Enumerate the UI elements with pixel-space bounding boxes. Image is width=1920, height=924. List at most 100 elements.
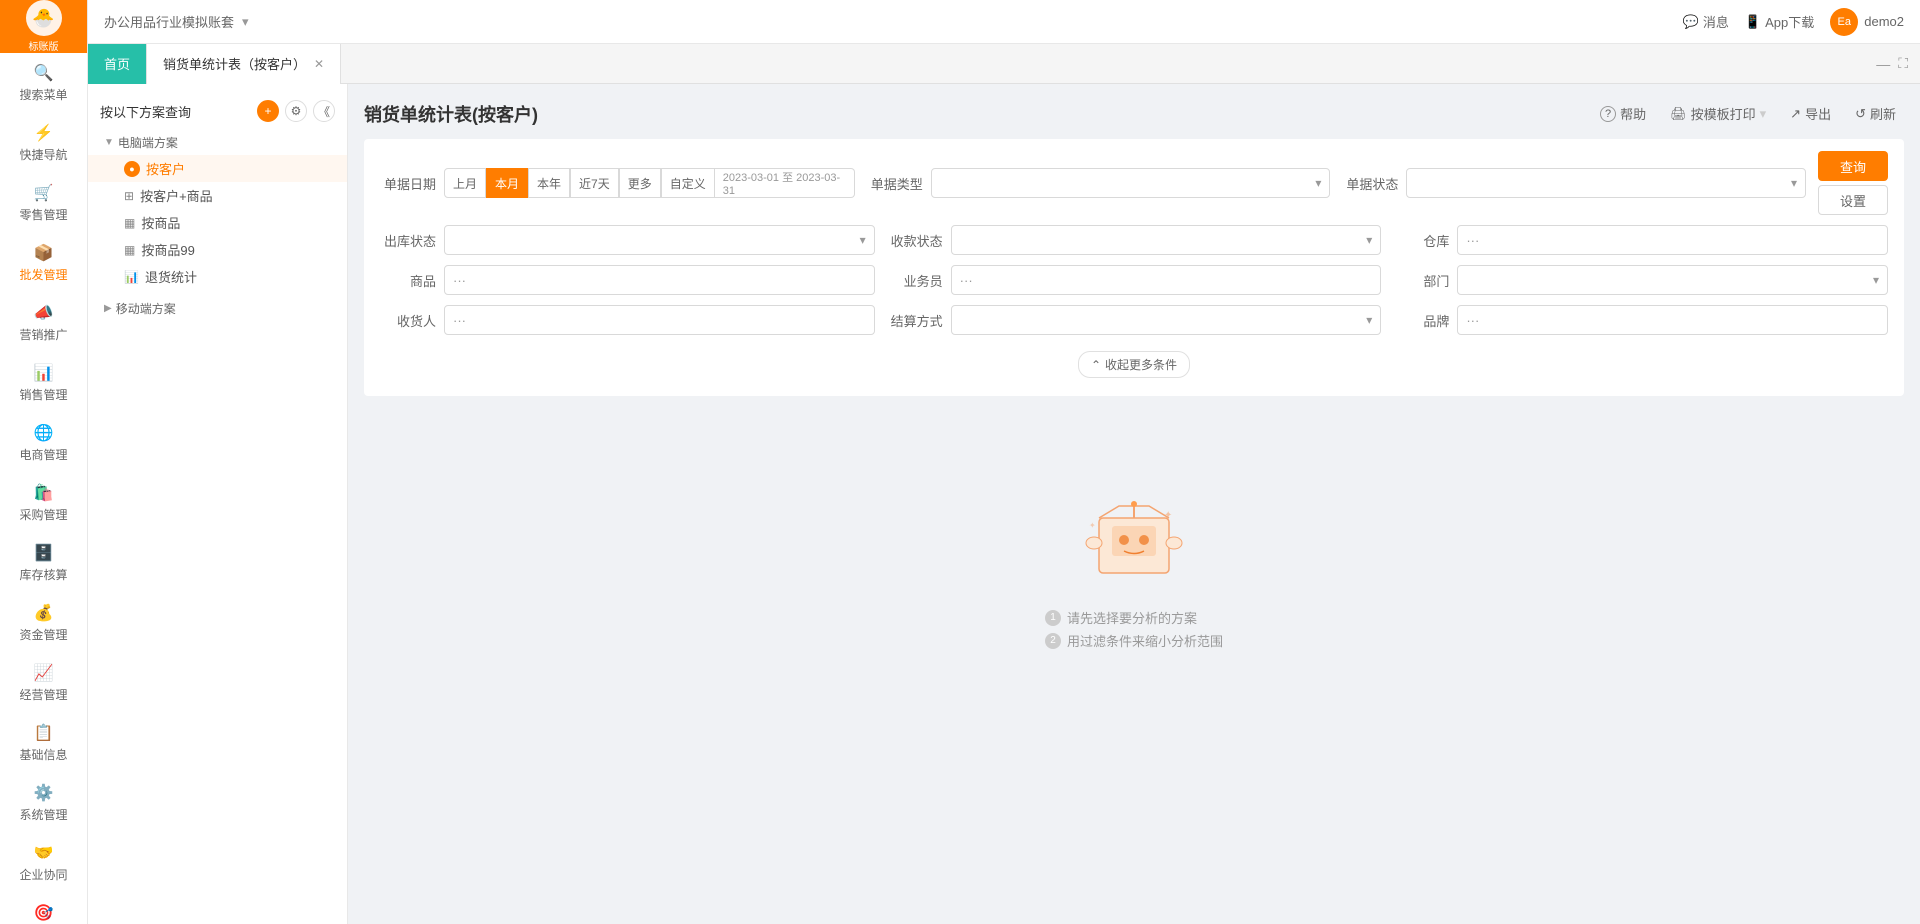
expand-icon: ▼ (104, 137, 114, 148)
search-btn[interactable]: 查询 (1818, 151, 1888, 181)
warehouse-control[interactable]: ··· (1457, 225, 1888, 255)
date-this-month-btn[interactable]: 本月 (486, 168, 528, 198)
sidebar-item-retail[interactable]: 🛒 零售管理 (0, 173, 88, 233)
settings-scheme-btn[interactable]: ⚙ (285, 100, 307, 122)
tree-item-by-goods99[interactable]: ▦ 按商品99 (88, 236, 347, 263)
salesperson-dots: ··· (960, 273, 973, 288)
tree-item-by-customer-goods[interactable]: ⊞ 按客户+商品 (88, 182, 347, 209)
logo: 🐣 标账版 (0, 0, 88, 53)
department-control[interactable] (1457, 265, 1888, 295)
sidebar: 🐣 标账版 🔍 搜索菜单 ⚡ 快捷导航 🛒 零售管理 📦 批发管理 📣 营销推广… (0, 0, 88, 924)
help-btn[interactable]: ? 帮助 (1592, 100, 1654, 127)
wholesale-icon: 📦 (34, 243, 54, 263)
empty-tips: 1 请先选择要分析的方案 2 用过滤条件来缩小分析范围 (1045, 604, 1223, 654)
page-title: 销货单统计表(按客户) (364, 101, 538, 127)
salesperson-control[interactable]: ··· (951, 265, 1382, 295)
doc-type-control[interactable] (931, 168, 1331, 198)
filter-doc-status: 单据状态 (1342, 168, 1806, 198)
sidebar-item-operation[interactable]: 📈 经营管理 (0, 653, 88, 713)
date-more-btn[interactable]: 更多 (619, 168, 661, 198)
scheme-icon: ▦ (124, 216, 135, 230)
date-filter-control: 上月 本月 本年 近7天 更多 自定义 2023-03-01 至 2023-03… (444, 168, 855, 198)
sidebar-item-marketing[interactable]: 📣 营销推广 (0, 293, 88, 353)
filter-row-2: 出库状态 收款状态 仓库 ··· (380, 225, 1888, 255)
tree-item-return-stats[interactable]: 📊 退货统计 (88, 263, 347, 290)
add-scheme-btn[interactable]: + (257, 100, 279, 122)
date-custom-btn[interactable]: 自定义 (661, 168, 715, 198)
message-btn[interactable]: 💬 消息 (1683, 12, 1729, 31)
tab-home[interactable]: 首页 (88, 44, 147, 84)
desktop-group-header[interactable]: ▼ 电脑端方案 (88, 130, 347, 155)
doc-status-label: 单据状态 (1342, 174, 1398, 193)
tree-item-by-goods[interactable]: ▦ 按商品 (88, 209, 347, 236)
brand-label: 品牌 (1393, 311, 1449, 330)
sidebar-item-label: 采购管理 (19, 506, 67, 523)
collapse-btn[interactable]: ⌃ 收起更多条件 (1078, 351, 1190, 378)
empty-tip-1: 1 请先选择要分析的方案 (1045, 608, 1223, 627)
sidebar-item-inventory[interactable]: 🗄️ 库存核算 (0, 533, 88, 593)
goods-control[interactable]: ··· (444, 265, 875, 295)
tree-item-label: 按商品 (141, 213, 180, 232)
sidebar-item-ecommerce[interactable]: 🌐 电商管理 (0, 413, 88, 473)
scheme-icon: ⊞ (124, 189, 134, 203)
filter-salesperson: 业务员 ··· (887, 265, 1382, 295)
message-label: 消息 (1703, 12, 1729, 31)
date-last-7-days-btn[interactable]: 近7天 (570, 168, 619, 198)
logo-text: 标账版 (29, 38, 59, 53)
tab-sales-stats[interactable]: 销货单统计表（按客户） ✕ (147, 44, 341, 84)
sidebar-item-search[interactable]: 🔍 搜索菜单 (0, 53, 88, 113)
setting-btn[interactable]: 设置 (1818, 185, 1888, 215)
app-download-btn[interactable]: 📱 App下载 (1745, 12, 1814, 31)
collapse-panel-btn[interactable]: 《 (313, 100, 335, 122)
payment-method-control[interactable] (951, 305, 1382, 335)
inventory-icon: 🗄️ (34, 543, 54, 563)
left-panel-title: 按以下方案查询 (100, 102, 191, 121)
out-status-control[interactable] (444, 225, 875, 255)
receiver-control[interactable]: ··· (444, 305, 875, 335)
tree-item-label: 退货统计 (145, 267, 197, 286)
date-last-month-btn[interactable]: 上月 (444, 168, 486, 198)
print-btn[interactable]: 🖨 按模板打印 ▾ (1662, 100, 1774, 127)
brand-control[interactable]: ··· (1457, 305, 1888, 335)
sidebar-item-finance[interactable]: 💰 资金管理 (0, 593, 88, 653)
sidebar-item-wholesale[interactable]: 📦 批发管理 (0, 233, 88, 293)
out-status-label: 出库状态 (380, 231, 436, 250)
export-btn[interactable]: ↗ 导出 (1782, 100, 1839, 127)
help-label: 帮助 (1620, 104, 1646, 123)
sidebar-item-purchase[interactable]: 🛍️ 采购管理 (0, 473, 88, 533)
svg-text:✦: ✦ (1089, 521, 1096, 530)
breadcrumb-arrow[interactable]: ▾ (242, 14, 249, 30)
date-this-year-btn[interactable]: 本年 (528, 168, 570, 198)
purchase-icon: 🛍️ (34, 483, 54, 503)
receipt-status-control[interactable] (951, 225, 1382, 255)
newbie-icon: 🎯 (34, 903, 54, 923)
maximize-icon[interactable]: ⛶ (1898, 55, 1908, 72)
sidebar-item-newbie[interactable]: 🎯 新手引导 (0, 893, 88, 924)
empty-tip-2: 2 用过滤条件来缩小分析范围 (1045, 631, 1223, 650)
sidebar-item-quick-nav[interactable]: ⚡ 快捷导航 (0, 113, 88, 173)
customer-scheme-icon: ● (124, 161, 140, 177)
minimize-icon[interactable]: — (1876, 56, 1890, 72)
tree-item-by-customer[interactable]: ● 按客户 (88, 155, 347, 182)
doc-status-control[interactable] (1406, 168, 1806, 198)
sidebar-item-label: 资金管理 (19, 626, 67, 643)
sidebar-item-system[interactable]: ⚙️ 系统管理 (0, 773, 88, 833)
filter-receiver: 收货人 ··· (380, 305, 875, 335)
user-profile[interactable]: Ea demo2 (1830, 8, 1904, 36)
collapse-bar: ⌃ 收起更多条件 (380, 345, 1888, 384)
sidebar-item-basic[interactable]: 📋 基础信息 (0, 713, 88, 773)
date-range[interactable]: 2023-03-01 至 2023-03-31 (715, 168, 855, 198)
refresh-btn[interactable]: ↺ 刷新 (1847, 100, 1904, 127)
receipt-status-label: 收款状态 (887, 231, 943, 250)
left-panel-header: 按以下方案查询 + ⚙ 《 (88, 92, 347, 130)
goods-dots: ··· (453, 273, 466, 288)
sidebar-item-sales[interactable]: 📊 销售管理 (0, 353, 88, 413)
tab-close-icon[interactable]: ✕ (314, 57, 324, 71)
export-icon: ↗ (1790, 106, 1801, 122)
sidebar-item-enterprise[interactable]: 🤝 企业协同 (0, 833, 88, 893)
tip1-num: 1 (1045, 610, 1061, 626)
export-label: 导出 (1805, 104, 1831, 123)
sidebar-item-label: 经营管理 (19, 686, 67, 703)
mobile-group-header[interactable]: ▶ 移动端方案 (88, 296, 347, 321)
desktop-group-label: 电脑端方案 (118, 134, 178, 151)
